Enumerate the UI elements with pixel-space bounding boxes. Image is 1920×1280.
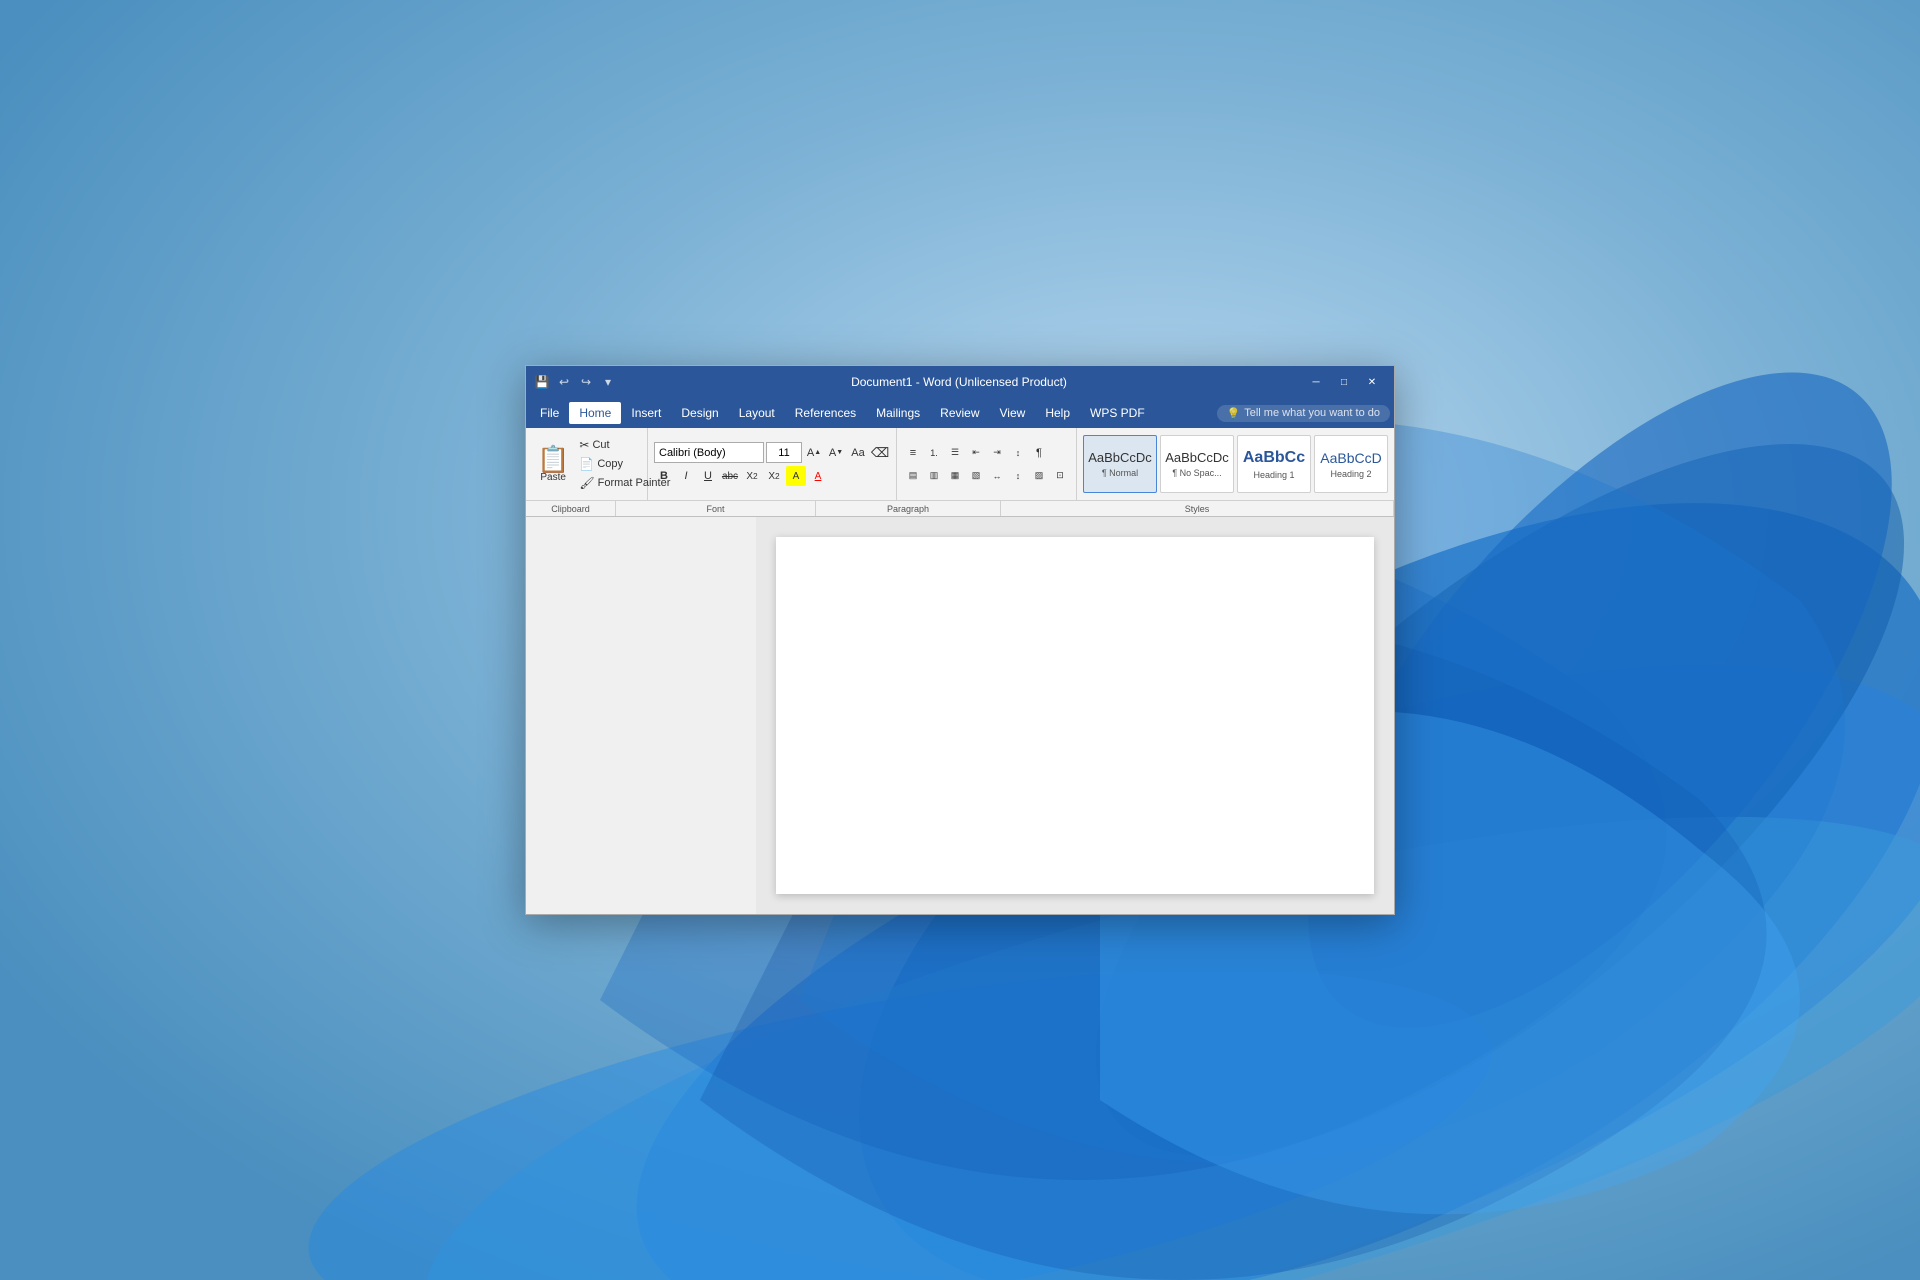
font-row-2: B I U abc X2 X2 A A [654, 466, 890, 486]
redo-icon[interactable]: ↪ [578, 374, 594, 390]
menu-references[interactable]: References [785, 402, 866, 424]
save-icon[interactable]: 💾 [534, 374, 550, 390]
style-nospace-preview: AaBbCcDc [1165, 450, 1229, 465]
style-h1-label: Heading 1 [1253, 470, 1294, 480]
decrease-indent-button[interactable]: ⇤ [966, 443, 986, 463]
styles-section-title: Styles [1001, 501, 1394, 516]
clipboard-section: 📋 Paste ✂ Cut 📄 Copy 🖌 Format Painter [526, 428, 648, 500]
word-window: 💾 ↩ ↪ ▾ Document1 - Word (Unlicensed Pro… [525, 365, 1395, 915]
style-h2-preview: AaBbCcD [1320, 450, 1381, 466]
style-normal[interactable]: AaBbCcDc ¶ Normal [1083, 435, 1157, 493]
paragraph-section-title: Paragraph [816, 501, 1001, 516]
title-bar-left: 💾 ↩ ↪ ▾ [534, 374, 616, 390]
line-spacing-button[interactable]: ↕ [1008, 466, 1028, 486]
paste-icon: 📋 [537, 446, 569, 472]
bullets-button[interactable]: ≡ [903, 443, 923, 463]
menu-insert[interactable]: Insert [621, 402, 671, 424]
clipboard-section-title: Clipboard [526, 501, 616, 516]
border-button[interactable]: ⊡ [1050, 466, 1070, 486]
style-heading2[interactable]: AaBbCcD Heading 2 [1314, 435, 1388, 493]
multilevel-list-button[interactable]: ☰ [945, 443, 965, 463]
customize-qat-icon[interactable]: ▾ [600, 374, 616, 390]
menu-file[interactable]: File [530, 402, 569, 424]
document-page[interactable] [776, 537, 1374, 894]
copy-label: Copy [597, 458, 623, 470]
align-left-button[interactable]: ▤ [903, 466, 923, 486]
format-painter-icon: 🖌 [579, 476, 594, 490]
numbering-button[interactable]: 1. [924, 443, 944, 463]
tell-me-text: Tell me what you want to do [1244, 407, 1380, 419]
bold-button[interactable]: B [654, 466, 674, 486]
superscript-button[interactable]: X2 [764, 466, 784, 486]
menu-view[interactable]: View [990, 402, 1036, 424]
menu-bar: File Home Insert Design Layout Reference… [526, 398, 1394, 428]
menu-help[interactable]: Help [1035, 402, 1080, 424]
grow-font-button[interactable]: A▲ [804, 443, 824, 463]
ribbon-toolbar: 📋 Paste ✂ Cut 📄 Copy 🖌 Format Painter [526, 428, 1394, 500]
style-nospace-label: ¶ No Spac... [1172, 468, 1221, 478]
style-normal-preview: AaBbCcDc [1088, 450, 1152, 465]
menu-home[interactable]: Home [569, 402, 621, 424]
align-right-button[interactable]: ▦ [945, 466, 965, 486]
align-center-button[interactable]: ▥ [924, 466, 944, 486]
undo-icon[interactable]: ↩ [556, 374, 572, 390]
justify-button[interactable]: ▧ [966, 466, 986, 486]
paste-label: Paste [540, 472, 566, 483]
menu-layout[interactable]: Layout [729, 402, 785, 424]
close-button[interactable]: ✕ [1358, 372, 1386, 392]
styles-section: AaBbCcDc ¶ Normal AaBbCcDc ¶ No Spac... … [1077, 428, 1394, 500]
font-color-button[interactable]: A [808, 466, 828, 486]
paste-button[interactable]: 📋 Paste [532, 443, 574, 486]
style-normal-label: ¶ Normal [1102, 468, 1138, 478]
ribbon-section-titles: Clipboard Font Paragraph Styles [526, 500, 1394, 516]
highlight-button[interactable]: A [786, 466, 806, 486]
window-title: Document1 - Word (Unlicensed Product) [616, 375, 1302, 389]
lightbulb-icon: 💡 [1227, 407, 1241, 420]
shading-button[interactable]: ▨ [1029, 466, 1049, 486]
font-row-1: Calibri (Body) 11 A▲ A▼ Aa ⌫ [654, 442, 890, 463]
style-h1-preview: AaBbCc [1243, 449, 1305, 467]
italic-button[interactable]: I [676, 466, 696, 486]
change-case-button[interactable]: Aa [848, 443, 868, 463]
font-section-title: Font [616, 501, 816, 516]
minimize-button[interactable]: ─ [1302, 372, 1330, 392]
window-controls: ─ □ ✕ [1302, 372, 1386, 392]
clear-formatting-button[interactable]: ⌫ [870, 443, 890, 463]
title-bar: 💾 ↩ ↪ ▾ Document1 - Word (Unlicensed Pro… [526, 366, 1394, 398]
ribbon: 📋 Paste ✂ Cut 📄 Copy 🖌 Format Painter [526, 428, 1394, 517]
sort-button[interactable]: ↕ [1008, 443, 1028, 463]
maximize-button[interactable]: □ [1330, 372, 1358, 392]
document-area [756, 517, 1394, 914]
style-heading1[interactable]: AaBbCc Heading 1 [1237, 435, 1311, 493]
strikethrough-button[interactable]: abc [720, 466, 740, 486]
left-panel [526, 517, 756, 914]
font-name-dropdown[interactable]: Calibri (Body) [654, 442, 764, 463]
shrink-font-button[interactable]: A▼ [826, 443, 846, 463]
underline-button[interactable]: U [698, 466, 718, 486]
cut-label: Cut [592, 439, 609, 451]
main-content [526, 517, 1394, 914]
menu-bar-right: 💡 Tell me what you want to do [1217, 405, 1390, 422]
ltr-rtl-button[interactable]: ↔ [987, 466, 1007, 486]
paragraph-section: ≡ 1. ☰ ⇤ ⇥ ↕ ¶ ▤ ▥ ▦ ▧ ↔ ↕ ▨ ⊡ [897, 428, 1077, 500]
menu-review[interactable]: Review [930, 402, 989, 424]
copy-icon: 📄 [579, 457, 594, 471]
tell-me-box[interactable]: 💡 Tell me what you want to do [1217, 405, 1390, 422]
style-h2-label: Heading 2 [1330, 469, 1371, 479]
menu-wpspdf[interactable]: WPS PDF [1080, 402, 1155, 424]
cut-icon: ✂ [579, 438, 589, 452]
menu-design[interactable]: Design [671, 402, 728, 424]
subscript-button[interactable]: X2 [742, 466, 762, 486]
font-section: Calibri (Body) 11 A▲ A▼ Aa ⌫ B I U abc X… [648, 428, 897, 500]
style-no-spacing[interactable]: AaBbCcDc ¶ No Spac... [1160, 435, 1234, 493]
paragraph-row-2: ▤ ▥ ▦ ▧ ↔ ↕ ▨ ⊡ [903, 466, 1070, 486]
paragraph-row-1: ≡ 1. ☰ ⇤ ⇥ ↕ ¶ [903, 443, 1070, 463]
increase-indent-button[interactable]: ⇥ [987, 443, 1007, 463]
show-marks-button[interactable]: ¶ [1029, 443, 1049, 463]
font-size-dropdown[interactable]: 11 [766, 442, 802, 463]
menu-mailings[interactable]: Mailings [866, 402, 930, 424]
